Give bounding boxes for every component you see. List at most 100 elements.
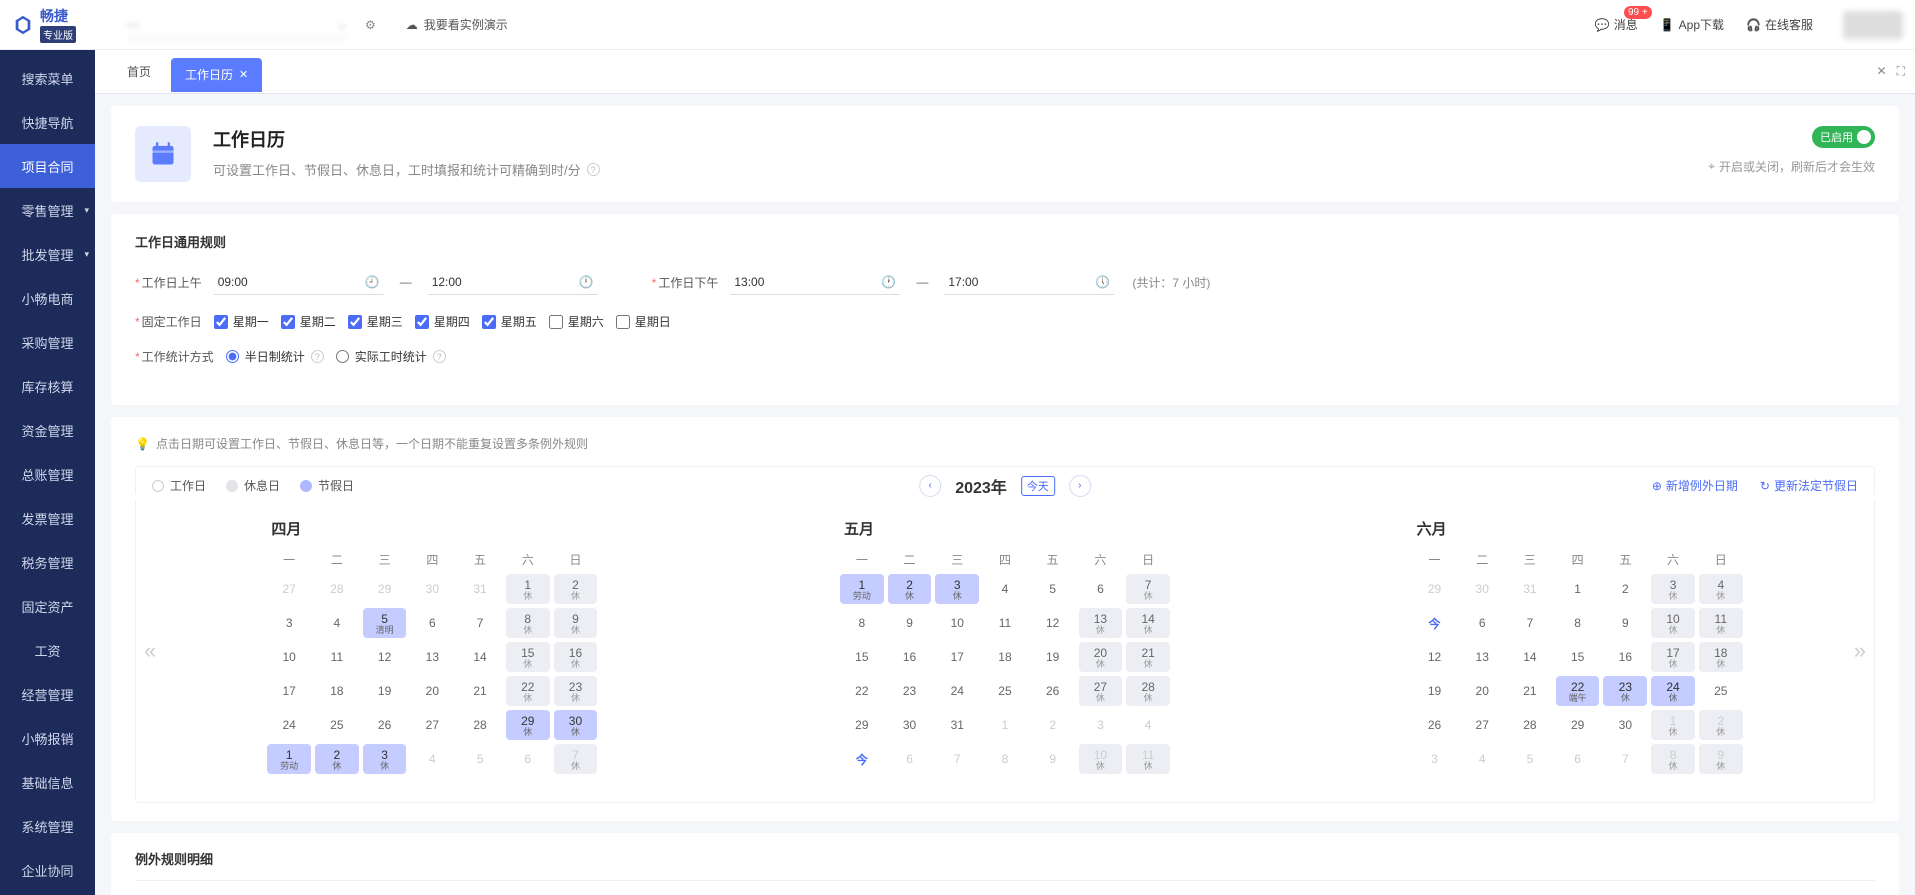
calendar-day[interactable]: 30	[410, 574, 454, 604]
calendar-day[interactable]: 9	[888, 608, 932, 638]
calendar-day[interactable]: 11	[983, 608, 1027, 638]
calendar-day[interactable]: 1劳动	[267, 744, 311, 774]
calendar-day[interactable]: 30	[1460, 574, 1504, 604]
help-icon[interactable]: ?	[311, 350, 324, 363]
weekday-checkbox[interactable]: 星期一	[214, 313, 269, 330]
calendar-day[interactable]: 12	[1413, 642, 1457, 672]
calendar-day[interactable]: 10休	[1079, 744, 1123, 774]
calendar-day[interactable]: 17	[935, 642, 979, 672]
sidebar-item[interactable]: 总账管理	[0, 452, 95, 496]
customer-service-button[interactable]: 🎧 在线客服	[1746, 16, 1813, 33]
calendar-day[interactable]: 1休	[506, 574, 550, 604]
sidebar-item[interactable]: 快捷导航	[0, 100, 95, 144]
calendar-day[interactable]: 11	[315, 642, 359, 672]
calendar-day[interactable]: 10休	[1651, 608, 1695, 638]
calendar-day[interactable]: 1	[1556, 574, 1600, 604]
calendar-day[interactable]: 6	[1556, 744, 1600, 774]
calendar-day[interactable]: 30	[888, 710, 932, 740]
help-icon[interactable]: ?	[587, 163, 600, 176]
calendar-day[interactable]: 4	[410, 744, 454, 774]
calendar-day[interactable]: 16	[1603, 642, 1647, 672]
calendar-day[interactable]: 6	[1460, 608, 1504, 638]
calendar-day[interactable]: 8	[983, 744, 1027, 774]
calendar-day[interactable]: 22端午	[1556, 676, 1600, 706]
calendar-day[interactable]: 31	[1508, 574, 1552, 604]
calendar-day[interactable]: 28	[315, 574, 359, 604]
calendar-day[interactable]: 4	[1126, 710, 1170, 740]
close-all-icon[interactable]: ✕	[1877, 64, 1887, 79]
calendar-day[interactable]: 9	[1603, 608, 1647, 638]
calendar-day[interactable]: 13	[410, 642, 454, 672]
calendar-day[interactable]: 11休	[1126, 744, 1170, 774]
calendar-day[interactable]: 21休	[1126, 642, 1170, 672]
weekday-checkbox[interactable]: 星期六	[549, 313, 604, 330]
afternoon-start-input[interactable]: 13:00🕐	[730, 269, 900, 295]
calendar-day[interactable]: 15	[840, 642, 884, 672]
calendar-day[interactable]: 26	[1413, 710, 1457, 740]
calendar-day[interactable]: 6	[1079, 574, 1123, 604]
next-year-button[interactable]: ›	[1069, 475, 1091, 497]
weekday-checkbox[interactable]: 星期四	[415, 313, 470, 330]
sidebar-item[interactable]: 固定资产	[0, 584, 95, 628]
calendar-day[interactable]: 29	[363, 574, 407, 604]
calendar-day[interactable]: 3休	[363, 744, 407, 774]
calendar-day[interactable]: 7休	[1126, 574, 1170, 604]
calendar-day[interactable]: 19	[1413, 676, 1457, 706]
sidebar-item[interactable]: 批发管理▾	[0, 232, 95, 276]
calendar-day[interactable]: 14休	[1126, 608, 1170, 638]
calendar-day[interactable]: 27休	[1079, 676, 1123, 706]
calendar-day[interactable]: 7	[1508, 608, 1552, 638]
weekday-checkbox[interactable]: 星期三	[348, 313, 403, 330]
afternoon-end-input[interactable]: 17:00🕔	[944, 269, 1114, 295]
calendar-day[interactable]: 29休	[506, 710, 550, 740]
calendar-day[interactable]: 12	[363, 642, 407, 672]
calendar-day[interactable]: 10	[935, 608, 979, 638]
calendar-day[interactable]: 30	[1603, 710, 1647, 740]
calendar-day[interactable]: 15休	[506, 642, 550, 672]
calendar-day[interactable]: 3	[1413, 744, 1457, 774]
calendar-day[interactable]: 9休	[1699, 744, 1743, 774]
morning-start-input[interactable]: 09:00🕘	[214, 269, 384, 295]
calendar-day[interactable]: 29	[840, 710, 884, 740]
calendar-day[interactable]: 7	[935, 744, 979, 774]
calendar-day[interactable]: 21	[1508, 676, 1552, 706]
calendar-day[interactable]: 20	[1460, 676, 1504, 706]
calendar-day[interactable]: 18	[983, 642, 1027, 672]
calendar-day[interactable]: 25	[983, 676, 1027, 706]
sidebar-item[interactable]: 库存核算	[0, 364, 95, 408]
add-exception-button[interactable]: ⊕新增例外日期	[1652, 477, 1738, 494]
stat-half-radio[interactable]: 半日制统计?	[226, 348, 324, 365]
stat-actual-radio[interactable]: 实际工时统计?	[336, 348, 446, 365]
sidebar-item[interactable]: 经营管理	[0, 672, 95, 716]
sidebar-item[interactable]: 搜索菜单	[0, 56, 95, 100]
calendar-day[interactable]: 7休	[554, 744, 598, 774]
enable-toggle[interactable]: 已启用	[1812, 126, 1875, 148]
prev-months-button[interactable]: «	[144, 638, 156, 664]
sidebar-item[interactable]: 资金管理	[0, 408, 95, 452]
calendar-day[interactable]: 18	[315, 676, 359, 706]
calendar-day[interactable]: 29	[1413, 574, 1457, 604]
calendar-day[interactable]: 19	[1031, 642, 1075, 672]
sidebar-item[interactable]: 小畅报销	[0, 716, 95, 760]
sidebar-item[interactable]: 小畅电商	[0, 276, 95, 320]
calendar-day[interactable]: 5	[1031, 574, 1075, 604]
tab-work-calendar[interactable]: 工作日历 ✕	[171, 58, 262, 92]
calendar-day[interactable]: 10	[267, 642, 311, 672]
calendar-day[interactable]: 8休	[506, 608, 550, 638]
calendar-day[interactable]: 27	[1460, 710, 1504, 740]
calendar-day[interactable]: 11休	[1699, 608, 1743, 638]
sidebar-item[interactable]: 系统管理	[0, 804, 95, 848]
calendar-day[interactable]: 2休	[315, 744, 359, 774]
org-selector[interactable]: —⌄	[127, 11, 347, 39]
calendar-day[interactable]: 6	[888, 744, 932, 774]
calendar-day[interactable]: 3	[1079, 710, 1123, 740]
calendar-day[interactable]: 5清明	[363, 608, 407, 638]
calendar-day[interactable]: 22	[840, 676, 884, 706]
calendar-day[interactable]: 26	[363, 710, 407, 740]
calendar-day[interactable]: 31	[458, 574, 502, 604]
calendar-day[interactable]: 8	[1556, 608, 1600, 638]
calendar-day[interactable]: 1劳动	[840, 574, 884, 604]
calendar-day[interactable]: 16	[888, 642, 932, 672]
sidebar-item[interactable]: 采购管理	[0, 320, 95, 364]
calendar-day[interactable]: 28休	[1126, 676, 1170, 706]
